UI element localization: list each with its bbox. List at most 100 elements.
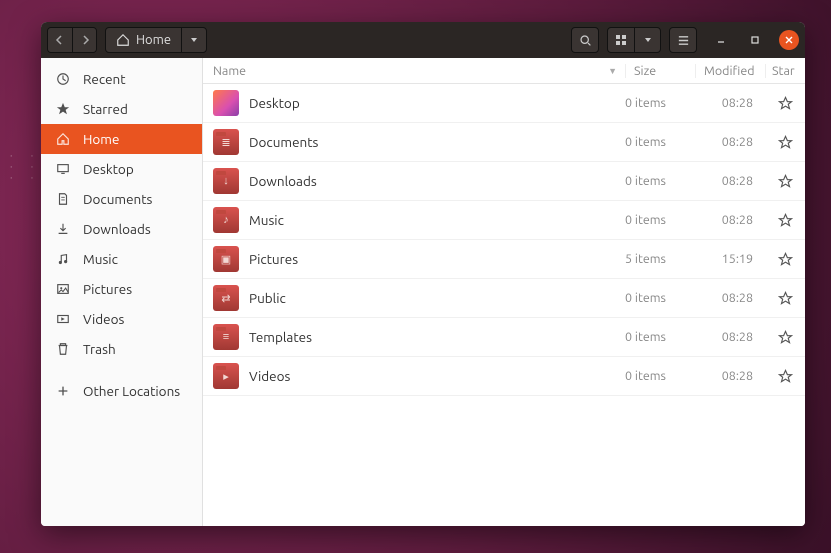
file-modified: 08:28 bbox=[695, 174, 765, 188]
sidebar-item-label: Music bbox=[83, 251, 118, 267]
path-dropdown[interactable] bbox=[181, 28, 206, 52]
path-bar[interactable]: Home bbox=[105, 27, 207, 53]
file-modified: 08:28 bbox=[695, 369, 765, 383]
file-size: 0 items bbox=[625, 291, 695, 305]
file-list: Desktop0 items08:28≣Documents0 items08:2… bbox=[203, 84, 805, 396]
forward-button[interactable] bbox=[72, 28, 96, 52]
sidebar-item-label: Trash bbox=[83, 341, 116, 357]
folder-icon: ≣ bbox=[213, 129, 239, 155]
file-size: 0 items bbox=[625, 96, 695, 110]
sidebar-item-label: Desktop bbox=[83, 161, 134, 177]
file-modified: 08:28 bbox=[695, 135, 765, 149]
file-row[interactable]: ≡Templates0 items08:28 bbox=[203, 318, 805, 357]
file-name: Music bbox=[249, 212, 625, 228]
view-grid-button[interactable] bbox=[608, 28, 634, 52]
close-button[interactable] bbox=[779, 30, 799, 50]
file-size: 0 items bbox=[625, 330, 695, 344]
trash-icon bbox=[55, 342, 71, 356]
file-size: 0 items bbox=[625, 213, 695, 227]
folder-icon bbox=[213, 90, 239, 116]
minimize-button[interactable] bbox=[711, 30, 731, 50]
view-dropdown[interactable] bbox=[634, 28, 660, 52]
file-name: Downloads bbox=[249, 173, 625, 189]
star-button[interactable] bbox=[765, 96, 805, 111]
star-button[interactable] bbox=[765, 213, 805, 228]
file-size: 0 items bbox=[625, 369, 695, 383]
file-name: Videos bbox=[249, 368, 625, 384]
desktop-icon bbox=[55, 162, 71, 176]
sidebar-item-videos[interactable]: Videos bbox=[41, 304, 202, 334]
sidebar-item-desktop[interactable]: Desktop bbox=[41, 154, 202, 184]
file-size: 0 items bbox=[625, 135, 695, 149]
sidebar-item-documents[interactable]: Documents bbox=[41, 184, 202, 214]
sidebar-item-pictures[interactable]: Pictures bbox=[41, 274, 202, 304]
star-button[interactable] bbox=[765, 174, 805, 189]
sidebar-item-downloads[interactable]: Downloads bbox=[41, 214, 202, 244]
hamburger-menu-button[interactable] bbox=[669, 27, 697, 53]
file-name: Templates bbox=[249, 329, 625, 345]
sidebar-item-label: Home bbox=[83, 131, 119, 147]
star-filled-icon bbox=[55, 102, 71, 116]
sidebar-item-label: Starred bbox=[83, 101, 128, 117]
column-size[interactable]: Size bbox=[625, 64, 695, 78]
view-group bbox=[607, 27, 661, 53]
file-name: Desktop bbox=[249, 95, 625, 111]
sidebar-item-label: Documents bbox=[83, 191, 152, 207]
file-manager-window: Home Recent Starred Home Desktop Documents Do… bbox=[41, 22, 805, 526]
folder-icon: ≡ bbox=[213, 324, 239, 350]
plus-icon bbox=[55, 384, 71, 398]
sidebar-item-recent[interactable]: Recent bbox=[41, 64, 202, 94]
sidebar-item-label: Pictures bbox=[83, 281, 132, 297]
file-row[interactable]: ≣Documents0 items08:28 bbox=[203, 123, 805, 162]
column-star[interactable]: Star bbox=[765, 64, 805, 78]
sidebar-item-music[interactable]: Music bbox=[41, 244, 202, 274]
folder-icon: ▣ bbox=[213, 246, 239, 272]
file-row[interactable]: ▸ Videos0 items08:28 bbox=[203, 357, 805, 396]
music-icon bbox=[55, 252, 71, 266]
file-modified: 08:28 bbox=[695, 291, 765, 305]
picture-icon bbox=[55, 282, 71, 296]
sidebar-item-label: Recent bbox=[83, 71, 126, 87]
file-name: Public bbox=[249, 290, 625, 306]
file-row[interactable]: ↓Downloads0 items08:28 bbox=[203, 162, 805, 201]
sidebar-item-starred[interactable]: Starred bbox=[41, 94, 202, 124]
file-row[interactable]: Desktop0 items08:28 bbox=[203, 84, 805, 123]
star-button[interactable] bbox=[765, 252, 805, 267]
star-button[interactable] bbox=[765, 135, 805, 150]
clock-icon bbox=[55, 72, 71, 86]
file-size: 5 items bbox=[625, 252, 695, 266]
folder-icon: ▸ bbox=[213, 363, 239, 389]
maximize-button[interactable] bbox=[745, 30, 765, 50]
file-row[interactable]: ♪Music0 items08:28 bbox=[203, 201, 805, 240]
back-button[interactable] bbox=[48, 28, 72, 52]
content-pane: Name ▼ Size Modified Star Desktop0 items… bbox=[203, 58, 805, 526]
home-icon bbox=[116, 33, 130, 47]
column-name[interactable]: Name ▼ bbox=[203, 64, 625, 78]
file-row[interactable]: ▣ Pictures5 items15:19 bbox=[203, 240, 805, 279]
column-modified[interactable]: Modified bbox=[695, 64, 765, 78]
folder-icon: ♪ bbox=[213, 207, 239, 233]
sidebar-item-other-locations[interactable]: Other Locations bbox=[41, 376, 202, 406]
sidebar-item-label: Other Locations bbox=[83, 383, 180, 399]
file-size: 0 items bbox=[625, 174, 695, 188]
document-icon bbox=[55, 192, 71, 206]
sidebar: Recent Starred Home Desktop Documents Downloa… bbox=[41, 58, 203, 526]
column-header: Name ▼ Size Modified Star bbox=[203, 58, 805, 84]
sidebar-item-home[interactable]: Home bbox=[41, 124, 202, 154]
sidebar-item-trash[interactable]: Trash bbox=[41, 334, 202, 364]
titlebar: Home bbox=[41, 22, 805, 58]
search-button[interactable] bbox=[571, 27, 599, 53]
sidebar-item-label: Videos bbox=[83, 311, 124, 327]
video-icon bbox=[55, 312, 71, 326]
file-modified: 15:19 bbox=[695, 252, 765, 266]
file-row[interactable]: ⇄Public0 items08:28 bbox=[203, 279, 805, 318]
star-button[interactable] bbox=[765, 369, 805, 384]
file-name: Pictures bbox=[249, 251, 625, 267]
star-button[interactable] bbox=[765, 291, 805, 306]
file-modified: 08:28 bbox=[695, 96, 765, 110]
home-icon bbox=[55, 132, 71, 146]
nav-group bbox=[47, 27, 97, 53]
path-label: Home bbox=[136, 33, 171, 47]
sort-indicator-icon: ▼ bbox=[608, 66, 617, 76]
star-button[interactable] bbox=[765, 330, 805, 345]
